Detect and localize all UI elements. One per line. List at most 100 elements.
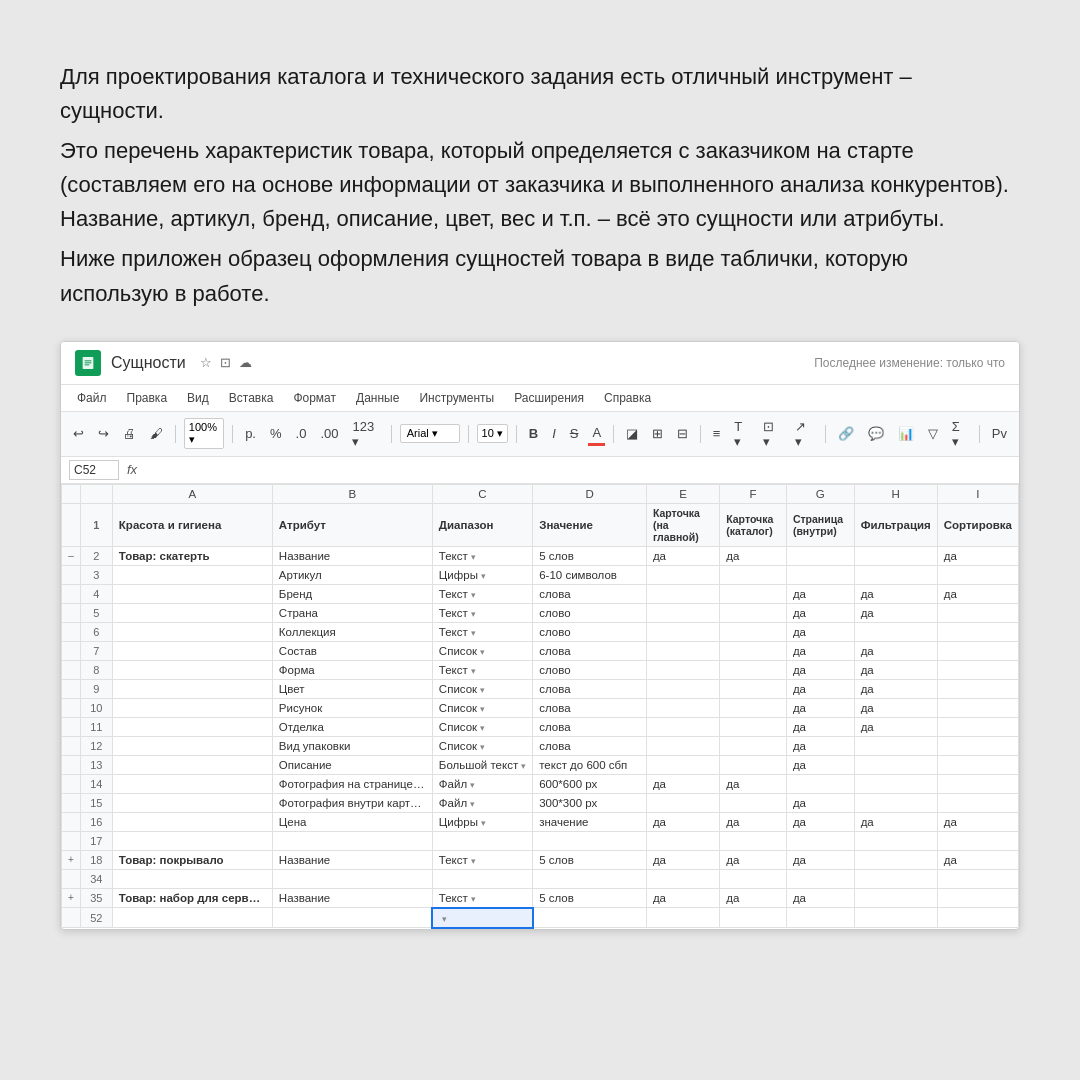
cell-34-c[interactable] [432,869,532,888]
undo-button[interactable]: ↩ [69,423,88,444]
cell-7-a[interactable] [112,641,272,660]
cell-8-c[interactable]: Текст [432,660,532,679]
col-D-header[interactable]: D [533,484,647,503]
cell-12-a[interactable] [112,736,272,755]
cell-2-h[interactable] [854,546,937,565]
header-col-c[interactable]: Диапазон [432,503,532,546]
cell-14-g[interactable] [786,774,854,793]
cell-4-h[interactable]: да [854,584,937,603]
cell-11-a[interactable] [112,717,272,736]
cell-6-d[interactable]: слово [533,622,647,641]
cell-34-g[interactable] [786,869,854,888]
menu-format[interactable]: Формат [291,389,338,407]
cell-11-h[interactable]: да [854,717,937,736]
cell-8-g[interactable]: да [786,660,854,679]
cell-11-b[interactable]: Отделка [272,717,432,736]
col-H-header[interactable]: H [854,484,937,503]
cell-8-b[interactable]: Форма [272,660,432,679]
fill-color-button[interactable]: ◪ [622,423,642,444]
zoom-select[interactable]: 100% ▾ [184,418,225,449]
row-ctrl-2[interactable]: – [62,546,81,565]
explore-button[interactable]: Pv [988,423,1011,444]
cell-9-e[interactable] [646,679,719,698]
cell-4-f[interactable] [720,584,787,603]
cell-9-i[interactable] [937,679,1018,698]
cell-10-d[interactable]: слова [533,698,647,717]
cell-17-i[interactable] [937,831,1018,850]
format-dec2[interactable]: .00 [316,423,342,444]
cell-16-a[interactable] [112,812,272,831]
cell-11-e[interactable] [646,717,719,736]
wrap-button[interactable]: ⊡ ▾ [759,416,785,452]
function-button[interactable]: Σ ▾ [948,416,971,452]
cell-16-g[interactable]: да [786,812,854,831]
cell-13-e[interactable] [646,755,719,774]
cell-34-b[interactable] [272,869,432,888]
cell-52-h[interactable] [854,908,937,928]
cell-5-g[interactable]: да [786,603,854,622]
col-B-header[interactable]: B [272,484,432,503]
text-color-button[interactable]: A [588,422,605,446]
format-dec1[interactable]: .0 [292,423,311,444]
menu-insert[interactable]: Вставка [227,389,276,407]
row-ctrl-35[interactable]: + [62,888,81,908]
cell-11-d[interactable]: слова [533,717,647,736]
menu-help[interactable]: Справка [602,389,653,407]
cell-14-h[interactable] [854,774,937,793]
header-col-h[interactable]: Фильтрация [854,503,937,546]
cell-18-a[interactable]: Товар: покрывало [112,850,272,869]
cell-8-h[interactable]: да [854,660,937,679]
cell-6-f[interactable] [720,622,787,641]
cell-6-g[interactable]: да [786,622,854,641]
cell-10-h[interactable]: да [854,698,937,717]
menu-tools[interactable]: Инструменты [417,389,496,407]
cell-11-i[interactable] [937,717,1018,736]
cell-5-c[interactable]: Текст [432,603,532,622]
cell-34-f[interactable] [720,869,787,888]
cell-4-c[interactable]: Текст [432,584,532,603]
cell-16-b[interactable]: Цена [272,812,432,831]
header-col-a[interactable]: Красота и гигиена [112,503,272,546]
cell-9-a[interactable] [112,679,272,698]
cell-10-c[interactable]: Список [432,698,532,717]
cell-35-c[interactable]: Текст [432,888,532,908]
col-C-header[interactable]: C [432,484,532,503]
col-F-header[interactable]: F [720,484,787,503]
cell-35-f[interactable]: да [720,888,787,908]
cell-18-f[interactable]: да [720,850,787,869]
cell-10-g[interactable]: да [786,698,854,717]
cell-17-d[interactable] [533,831,647,850]
cell-2-a[interactable]: Товар: скатерть [112,546,272,565]
strikethrough-button[interactable]: S [566,423,583,444]
cell-12-i[interactable] [937,736,1018,755]
cell-35-i[interactable] [937,888,1018,908]
cell-7-f[interactable] [720,641,787,660]
valign-button[interactable]: T ▾ [730,416,753,452]
cell-3-h[interactable] [854,565,937,584]
cell-16-e[interactable]: да [646,812,719,831]
print-button[interactable]: 🖨 [119,423,140,444]
comment-button[interactable]: 💬 [864,423,888,444]
cell-8-a[interactable] [112,660,272,679]
cell-4-g[interactable]: да [786,584,854,603]
grid-container[interactable]: A B C D E F G H I 1 Красота и гиги [61,484,1019,929]
font-select[interactable]: Arial ▾ [400,424,460,443]
cell-17-e[interactable] [646,831,719,850]
cell-12-e[interactable] [646,736,719,755]
cell-13-g[interactable]: да [786,755,854,774]
cell-12-g[interactable]: да [786,736,854,755]
cell-5-b[interactable]: Страна [272,603,432,622]
cell-12-d[interactable]: слова [533,736,647,755]
cell-13-d[interactable]: текст до 600 сбп [533,755,647,774]
cell-14-d[interactable]: 600*600 рх [533,774,647,793]
cell-18-e[interactable]: да [646,850,719,869]
cell-13-h[interactable] [854,755,937,774]
cell-3-a[interactable] [112,565,272,584]
cell-10-a[interactable] [112,698,272,717]
cell-12-b[interactable]: Вид упаковки [272,736,432,755]
cell-9-b[interactable]: Цвет [272,679,432,698]
cell-15-f[interactable] [720,793,787,812]
cell-reference[interactable]: C52 [69,460,119,480]
cell-6-a[interactable] [112,622,272,641]
cell-17-b[interactable] [272,831,432,850]
